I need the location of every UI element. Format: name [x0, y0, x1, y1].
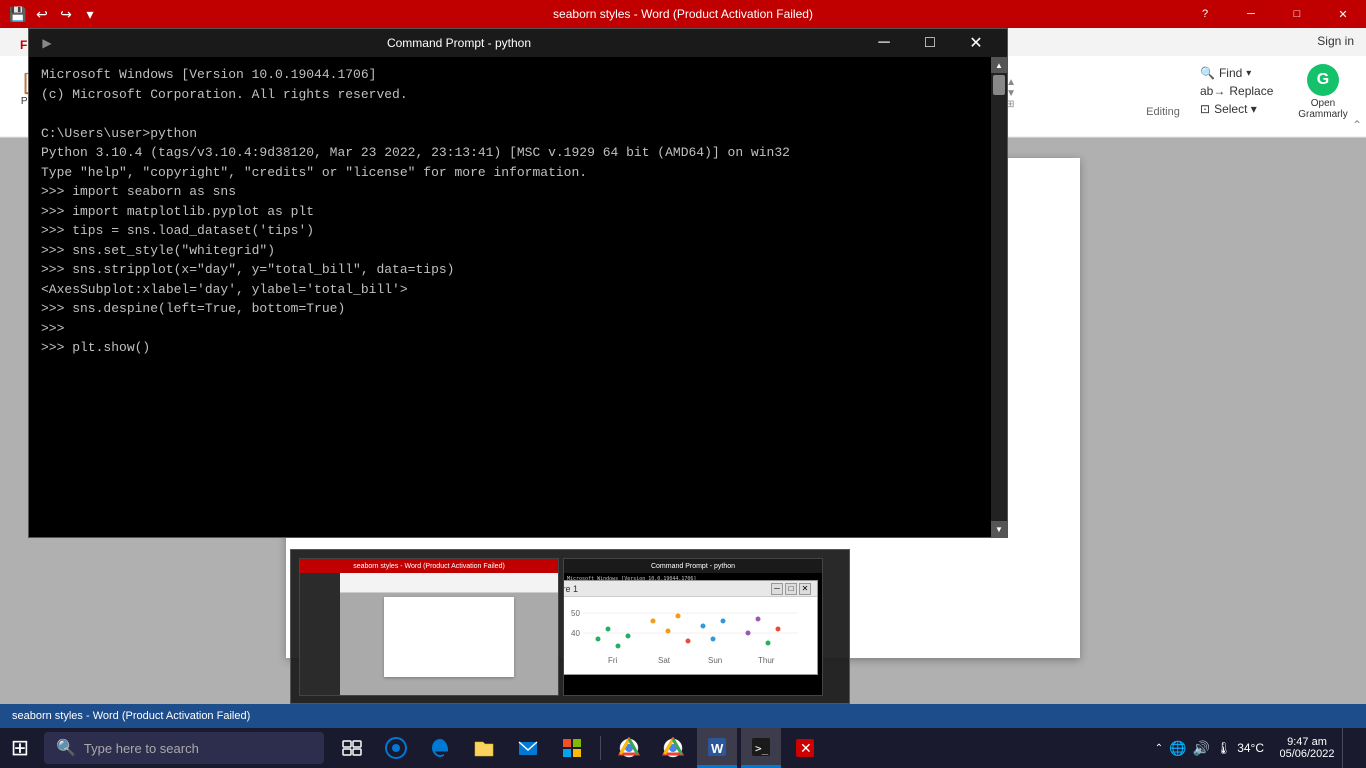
figure-close[interactable]: ✕ [799, 583, 811, 595]
figure-minimize[interactable]: ─ [771, 583, 783, 595]
chrome-button-2[interactable] [653, 728, 693, 768]
save-icon[interactable]: 💾 [8, 4, 28, 24]
chrome-button-1[interactable] [609, 728, 649, 768]
taskbar-app-icons: W >_ ✕ [332, 728, 825, 768]
antivirus-button[interactable]: ✕ [785, 728, 825, 768]
find-icon: 🔍 [1200, 66, 1215, 80]
svg-text:50: 50 [571, 609, 580, 618]
figure-1-window: Figure 1 ─ □ ✕ 50 40 [563, 580, 818, 675]
word-taskbar-button[interactable]: W [697, 728, 737, 768]
cortana-icon[interactable] [376, 728, 416, 768]
taskbar-separator [600, 736, 601, 760]
cmd-title: Command Prompt - python [65, 36, 853, 50]
scroll-down-button[interactable]: ▼ [991, 521, 1007, 537]
windows-taskbar: ⊞ 🔍 Type here to search [0, 728, 1366, 768]
cmd-window: ▶ Command Prompt - python ─ □ ✕ Microsof… [28, 28, 1008, 538]
window-controls: ? ─ □ ✕ [1182, 0, 1366, 28]
minimize-button[interactable]: ─ [1228, 0, 1274, 28]
taskbar-preview-container: seaborn styles - Word (Product Activatio… [290, 549, 850, 704]
cmd-titlebar: ▶ Command Prompt - python ─ □ ✕ [29, 29, 1007, 57]
chevron-icon[interactable]: ⌃ [1155, 743, 1163, 754]
cmd-minimize-button[interactable]: ─ [861, 29, 907, 57]
svg-text:✕: ✕ [800, 740, 812, 756]
figure-titlebar: Figure 1 ─ □ ✕ [563, 581, 817, 597]
help-button[interactable]: ? [1182, 0, 1228, 28]
preview-word-title: seaborn styles - Word (Product Activatio… [353, 563, 505, 570]
grammarly-icon[interactable]: G [1307, 64, 1339, 96]
maximize-button[interactable]: □ [1274, 0, 1320, 28]
quick-access-toolbar: 💾 ↩ ↪ ▾ [0, 0, 200, 28]
cmd-taskbar-button[interactable]: >_ [741, 728, 781, 768]
svg-text:Thur: Thur [758, 656, 775, 665]
clock-time: 9:47 am [1287, 736, 1327, 748]
cmd-app-icon: ▶ [37, 33, 57, 53]
redo-icon[interactable]: ↪ [56, 4, 76, 24]
cmd-controls: ─ □ ✕ [861, 29, 999, 57]
preview-main [340, 573, 558, 695]
temperature: 34°C [1237, 741, 1264, 755]
cmd-scrollbar[interactable]: ▲ ▼ [991, 57, 1007, 537]
active-window-taskbar-strip: seaborn styles - Word (Product Activatio… [0, 704, 1366, 728]
mail-button[interactable] [508, 728, 548, 768]
show-desktop-button[interactable] [1342, 728, 1366, 768]
scroll-up-button[interactable]: ▲ [991, 57, 1007, 73]
preview-cmd-content: Microsoft Windows [Version 10.0.19044.17… [564, 573, 822, 695]
grammarly-area: G Open Grammarly [1288, 64, 1358, 120]
undo-icon[interactable]: ↩ [32, 4, 52, 24]
preview-word-thumbnail[interactable]: seaborn styles - Word (Product Activatio… [299, 558, 559, 696]
preview-cmd-titlebar: Command Prompt - python [564, 559, 822, 573]
taskview-button[interactable] [332, 728, 372, 768]
system-tray: ⌃ 🌐 🔊 🌡 34°C 9:47 am 05/06/2022 [1147, 728, 1366, 768]
cmd-close-button[interactable]: ✕ [953, 29, 999, 57]
svg-text:40: 40 [571, 629, 580, 638]
scroll-thumb[interactable] [993, 75, 1005, 95]
word-title: seaborn styles - Word (Product Activatio… [553, 7, 813, 21]
svg-text:>_: >_ [755, 742, 769, 755]
clock[interactable]: 9:47 am 05/06/2022 [1272, 736, 1342, 760]
start-button[interactable]: ⊞ [0, 728, 40, 768]
svg-text:Sun: Sun [708, 656, 722, 665]
taskbar-search-bar[interactable]: 🔍 Type here to search [44, 732, 324, 764]
battery-icon: 🌡 [1216, 741, 1231, 755]
figure-title: Figure 1 [563, 584, 767, 594]
sys-icons: ⌃ 🌐 🔊 🌡 34°C [1147, 740, 1272, 757]
preview-word-content [300, 573, 558, 695]
svg-text:Fri: Fri [608, 656, 618, 665]
file-explorer-button[interactable] [464, 728, 504, 768]
customize-icon[interactable]: ▾ [80, 4, 100, 24]
scatter-plot-svg: 50 40 Fri Sat Sun Thur [563, 601, 803, 666]
figure-content: 50 40 Fri Sat Sun Thur [563, 597, 817, 670]
search-placeholder: Type here to search [84, 741, 199, 756]
preview-word-titlebar: seaborn styles - Word (Product Activatio… [300, 559, 558, 573]
svg-text:Sat: Sat [658, 656, 671, 665]
cmd-maximize-button[interactable]: □ [907, 29, 953, 57]
word-titlebar: 💾 ↩ ↪ ▾ seaborn styles - Word (Product A… [0, 0, 1366, 28]
clock-date: 05/06/2022 [1279, 748, 1334, 760]
editing-label: Editing [1123, 106, 1203, 118]
cmd-content: Microsoft Windows [Version 10.0.19044.17… [29, 57, 1007, 537]
preview-cmd-title: Command Prompt - python [651, 563, 735, 570]
cmd-output: Microsoft Windows [Version 10.0.19044.17… [41, 65, 995, 358]
ribbon-collapse-button[interactable]: ⌃ [1348, 114, 1366, 136]
replace-icon: ab→ [1200, 84, 1225, 98]
figure-controls: ─ □ ✕ [771, 583, 811, 595]
preview-cmd-thumbnail[interactable]: Command Prompt - python Microsoft Window… [563, 558, 823, 696]
network-icon[interactable]: 🌐 [1169, 740, 1186, 757]
svg-text:W: W [711, 741, 724, 756]
store-button[interactable] [552, 728, 592, 768]
volume-icon[interactable]: 🔊 [1193, 740, 1210, 757]
search-icon: 🔍 [56, 738, 76, 758]
edge-button[interactable] [420, 728, 460, 768]
close-button[interactable]: ✕ [1320, 0, 1366, 28]
preview-sidebar [300, 573, 340, 695]
figure-maximize[interactable]: □ [785, 583, 797, 595]
sign-in-button[interactable]: Sign in [1317, 34, 1354, 48]
active-window-label: seaborn styles - Word (Product Activatio… [12, 710, 250, 722]
